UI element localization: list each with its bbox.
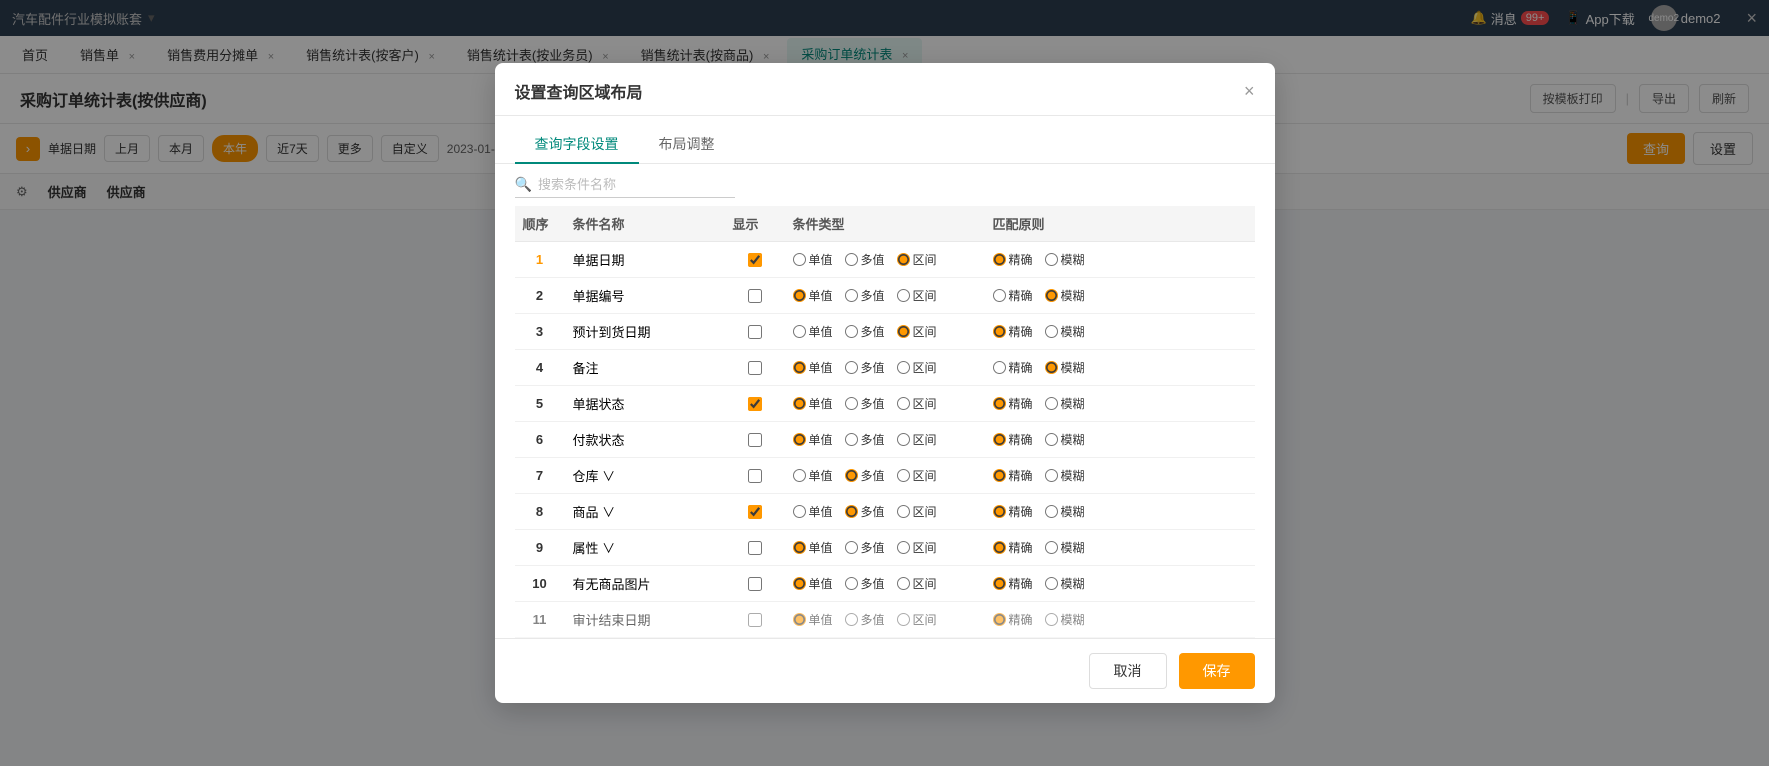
row-display[interactable] [725,577,785,591]
row-name: 预计到货日期 [565,322,725,341]
row-order: 1 [515,252,565,267]
row-name: 属性 ∨ [565,538,725,557]
search-input[interactable] [538,177,718,192]
table-row: 7 仓库 ∨ 单值 多值 区间 精确 模糊 [515,458,1255,494]
row-name: 单据状态 [565,394,725,413]
table-row: 11 审计结束日期 单值 多值 区间 精确 模糊 [515,602,1255,638]
row-type: 单值 多值 区间 [785,611,985,628]
table-row: 3 预计到货日期 单值 多值 区间 精确 模糊 [515,314,1255,350]
row-name: 有无商品图片 [565,574,725,593]
row-match: 精确 模糊 [985,323,1185,340]
row-type: 单值 多值 区间 [785,323,985,340]
row-display[interactable] [725,613,785,627]
row-display[interactable] [725,289,785,303]
table-row: 1 单据日期 单值 多值 区间 精确 模糊 [515,242,1255,278]
conditions-table: 顺序 条件名称 显示 条件类型 匹配原则 1 单据日期 单值 多值 区间 精确 … [495,206,1275,638]
dialog-title: 设置查询区域布局 [515,79,643,103]
table-row: 5 单据状态 单值 多值 区间 精确 模糊 [515,386,1255,422]
table-row: 4 备注 单值 多值 区间 精确 模糊 [515,350,1255,386]
tab-layout[interactable]: 布局调整 [639,126,735,164]
row-order: 11 [515,612,565,627]
row-match: 精确 模糊 [985,467,1185,484]
row-match: 精确 模糊 [985,503,1185,520]
dialog-header: 设置查询区域布局 × [495,63,1275,116]
row-match: 精确 模糊 [985,287,1185,304]
row-match: 精确 模糊 [985,359,1185,376]
row-order: 9 [515,540,565,555]
row-match: 精确 模糊 [985,395,1185,412]
row-type: 单值 多值 区间 [785,431,985,448]
row-order: 10 [515,576,565,591]
save-button[interactable]: 保存 [1179,653,1255,689]
cancel-button[interactable]: 取消 [1089,653,1167,689]
row-match: 精确 模糊 [985,251,1185,268]
dialog-tabs: 查询字段设置 布局调整 [495,116,1275,164]
dialog-footer: 取消 保存 [495,638,1275,703]
search-box: 🔍 [515,176,735,198]
row-type: 单值 多值 区间 [785,287,985,304]
col-order: 顺序 [515,214,565,233]
row-match: 精确 模糊 [985,611,1185,628]
table-row: 8 商品 ∨ 单值 多值 区间 精确 模糊 [515,494,1255,530]
row-display[interactable] [725,325,785,339]
col-name: 条件名称 [565,214,725,233]
row-type: 单值 多值 区间 [785,251,985,268]
search-area: 🔍 [495,164,1275,206]
row-match: 精确 模糊 [985,431,1185,448]
row-match: 精确 模糊 [985,575,1185,592]
row-display[interactable] [725,541,785,555]
settings-dialog: 设置查询区域布局 × 查询字段设置 布局调整 🔍 顺序 条件名称 显示 [495,63,1275,703]
table-header: 顺序 条件名称 显示 条件类型 匹配原则 [515,206,1255,242]
row-name: 备注 [565,358,725,377]
row-type: 单值 多值 区间 [785,575,985,592]
dialog-overlay: 设置查询区域布局 × 查询字段设置 布局调整 🔍 顺序 条件名称 显示 [0,0,1769,766]
table-row: 9 属性 ∨ 单值 多值 区间 精确 模糊 [515,530,1255,566]
row-order: 2 [515,288,565,303]
col-display: 显示 [725,214,785,233]
row-display[interactable] [725,469,785,483]
row-order: 3 [515,324,565,339]
row-order: 5 [515,396,565,411]
row-type: 单值 多值 区间 [785,395,985,412]
row-name: 仓库 ∨ [565,466,725,485]
row-name: 审计结束日期 [565,610,725,629]
row-name: 单据编号 [565,286,725,305]
table-row: 6 付款状态 单值 多值 区间 精确 模糊 [515,422,1255,458]
tab-query-fields[interactable]: 查询字段设置 [515,126,639,164]
table-row: 10 有无商品图片 单值 多值 区间 精确 模糊 [515,566,1255,602]
col-type: 条件类型 [785,214,985,233]
row-name: 付款状态 [565,430,725,449]
row-name: 单据日期 [565,250,725,269]
row-type: 单值 多值 区间 [785,359,985,376]
search-icon: 🔍 [515,176,532,193]
col-match: 匹配原则 [985,214,1185,233]
row-display[interactable] [725,253,785,267]
row-order: 6 [515,432,565,447]
row-order: 8 [515,504,565,519]
row-type: 单值 多值 区间 [785,539,985,556]
row-display[interactable] [725,433,785,447]
row-display[interactable] [725,397,785,411]
row-display[interactable] [725,505,785,519]
row-type: 单值 多值 区间 [785,503,985,520]
row-name: 商品 ∨ [565,502,725,521]
row-match: 精确 模糊 [985,539,1185,556]
dialog-close-button[interactable]: × [1244,82,1255,100]
row-type: 单值 多值 区间 [785,467,985,484]
row-display[interactable] [725,361,785,375]
row-order: 7 [515,468,565,483]
row-order: 4 [515,360,565,375]
table-row: 2 单据编号 单值 多值 区间 精确 模糊 [515,278,1255,314]
